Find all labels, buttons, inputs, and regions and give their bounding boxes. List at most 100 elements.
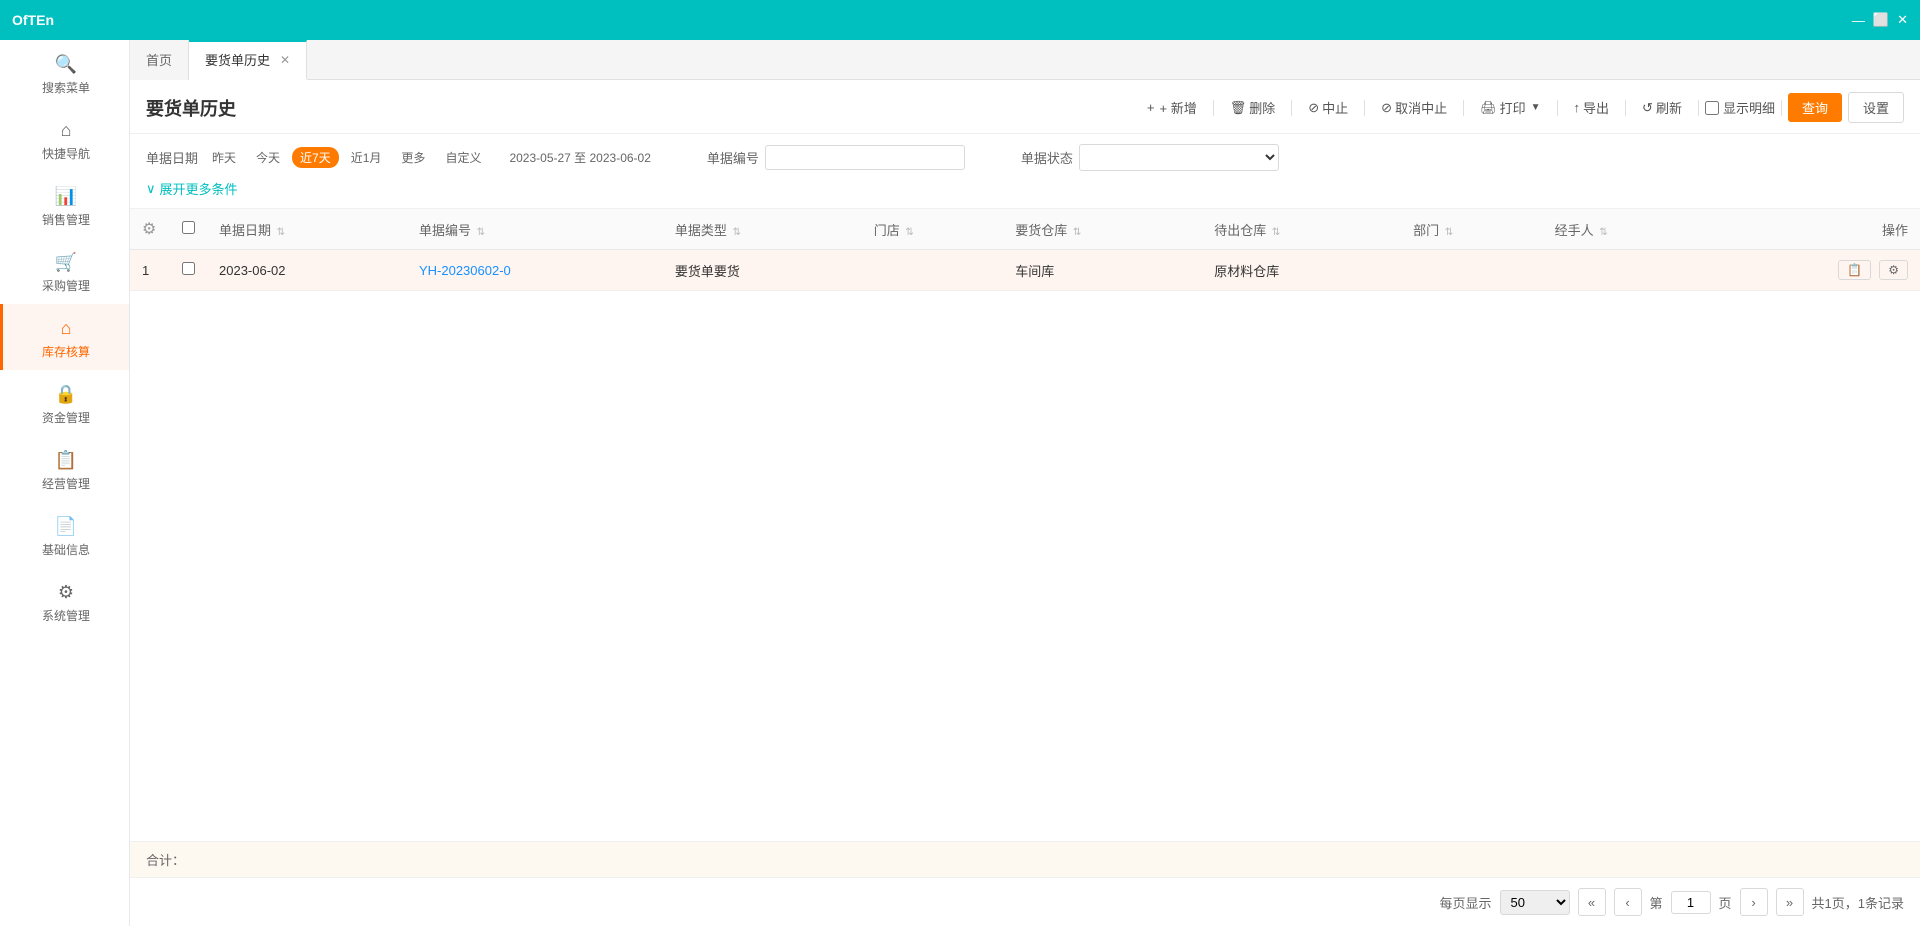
th-doc-type[interactable]: 单据类型 ⇅ xyxy=(663,209,862,250)
expand-more-btn[interactable]: ∨ 展开更多条件 xyxy=(146,179,1904,198)
maximize-icon[interactable]: ⬜ xyxy=(1873,12,1889,28)
next-page-button[interactable]: › xyxy=(1740,888,1768,916)
tab-home[interactable]: 首页 xyxy=(130,40,189,80)
th-settings: ⚙ xyxy=(130,209,170,250)
page-title: 要货单历史 xyxy=(146,95,236,121)
date-shortcut-last7days[interactable]: 近7天 xyxy=(292,147,339,168)
table-container: ⚙ 单据日期 ⇅ 单据编号 xyxy=(130,209,1920,841)
display-detail-checkbox[interactable] xyxy=(1705,101,1719,115)
row-checkbox[interactable] xyxy=(182,262,195,275)
sidebar-label-finance-mgmt: 资金管理 xyxy=(42,409,90,426)
date-shortcut-yesterday[interactable]: 昨天 xyxy=(204,147,244,168)
page-size-select[interactable]: 10 20 50 100 xyxy=(1500,890,1570,915)
tab-bar: 首页 要货单历史 ✕ xyxy=(130,40,1920,80)
cell-checkbox xyxy=(170,250,207,291)
sidebar-item-operations-mgmt[interactable]: 📋 经营管理 xyxy=(0,436,129,502)
first-page-button[interactable]: « xyxy=(1578,888,1606,916)
new-button[interactable]: + + 新增 xyxy=(1137,93,1207,122)
divider1 xyxy=(1213,100,1214,116)
cell-doc-type: 要货单要货 xyxy=(663,250,862,291)
page-size-label: 每页显示 xyxy=(1439,893,1491,912)
filter-doc-date: 单据日期 昨天 今天 近7天 近1月 更多 自定义 xyxy=(146,147,489,168)
doc-number-label: 单据编号 xyxy=(707,148,759,167)
cancel-stop-button[interactable]: ⊘ 取消中止 xyxy=(1371,93,1457,122)
sidebar-item-sales-mgmt[interactable]: 📊 销售管理 xyxy=(0,172,129,238)
prev-page-button[interactable]: ‹ xyxy=(1614,888,1642,916)
date-shortcut-more[interactable]: 更多 xyxy=(393,147,433,168)
doc-no-link[interactable]: YH-20230602-0 xyxy=(419,263,511,278)
cell-index: 1 xyxy=(130,250,170,291)
th-store[interactable]: 门店 ⇅ xyxy=(862,209,1003,250)
cell-pending-warehouse: 原材料仓库 xyxy=(1202,250,1401,291)
sort-doc-type-icon: ⇅ xyxy=(732,227,740,238)
sidebar-item-finance-mgmt[interactable]: 🔒 资金管理 xyxy=(0,370,129,436)
doc-number-input[interactable] xyxy=(765,145,965,170)
page-number-input[interactable] xyxy=(1671,891,1711,914)
date-shortcut-today[interactable]: 今天 xyxy=(248,147,288,168)
sidebar-item-search-menu[interactable]: 🔍 搜索菜单 xyxy=(0,40,129,106)
settings-button[interactable]: 设置 xyxy=(1848,92,1904,123)
th-doc-no[interactable]: 单据编号 ⇅ xyxy=(407,209,663,250)
sort-pending-warehouse-icon: ⇅ xyxy=(1272,227,1280,238)
sort-req-warehouse-icon: ⇅ xyxy=(1073,227,1081,238)
delete-button[interactable]: 🗑 删除 xyxy=(1220,93,1286,122)
stop-button[interactable]: ⊘ 中止 xyxy=(1298,93,1358,122)
date-range-text: 2023-05-27 至 2023-06-02 xyxy=(509,149,650,166)
sidebar-label-search-menu: 搜索菜单 xyxy=(42,79,90,96)
select-all-checkbox[interactable] xyxy=(182,221,195,234)
operations-icon: 📋 xyxy=(55,450,77,471)
sidebar-item-system-mgmt[interactable]: ⚙ 系统管理 xyxy=(0,568,129,634)
tab-requisition-history[interactable]: 要货单历史 ✕ xyxy=(189,40,307,80)
cell-store xyxy=(862,250,1003,291)
settings-label: 设置 xyxy=(1863,98,1889,117)
filter-bar: 单据日期 昨天 今天 近7天 近1月 更多 自定义 xyxy=(130,134,1920,209)
row-edit-button[interactable]: 📋 xyxy=(1838,260,1871,280)
doc-date-label: 单据日期 xyxy=(146,148,198,167)
last-page-button[interactable]: » xyxy=(1776,888,1804,916)
sidebar-item-inventory[interactable]: ⌂ 库存核算 xyxy=(0,304,129,370)
th-doc-date[interactable]: 单据日期 ⇅ xyxy=(207,209,407,250)
th-handler[interactable]: 经手人 ⇅ xyxy=(1543,209,1713,250)
brand-logo: OfTEn xyxy=(12,12,54,28)
th-pending-warehouse[interactable]: 待出仓库 ⇅ xyxy=(1202,209,1401,250)
print-dropdown-icon: ▼ xyxy=(1531,102,1541,113)
divider5 xyxy=(1557,100,1558,116)
sort-department-icon: ⇅ xyxy=(1445,227,1453,238)
date-shortcut-last-month[interactable]: 近1月 xyxy=(343,147,390,168)
search-icon: 🔍 xyxy=(55,54,77,75)
divider4 xyxy=(1463,100,1464,116)
th-req-warehouse[interactable]: 要货仓库 ⇅ xyxy=(1003,209,1202,250)
top-bar: OfTEn — ⬜ ✕ xyxy=(0,0,1920,40)
print-button[interactable]: 🖨 打印 ▼ xyxy=(1470,93,1550,122)
close-icon[interactable]: ✕ xyxy=(1897,12,1908,28)
query-button[interactable]: 查询 xyxy=(1788,93,1842,122)
tab-close-icon[interactable]: ✕ xyxy=(280,53,290,67)
cell-department xyxy=(1401,250,1542,291)
filter-row-1: 单据日期 昨天 今天 近7天 近1月 更多 自定义 xyxy=(146,144,1904,171)
row-more-button[interactable]: ⚙ xyxy=(1879,260,1908,280)
doc-status-select[interactable] xyxy=(1079,144,1279,171)
inventory-icon: ⌂ xyxy=(61,318,72,339)
minimize-icon[interactable]: — xyxy=(1852,13,1865,28)
filter-doc-status: 单据状态 xyxy=(1021,144,1279,171)
export-button[interactable]: ↑ 导出 xyxy=(1564,93,1620,122)
divider6 xyxy=(1625,100,1626,116)
new-icon: + xyxy=(1147,100,1155,115)
sidebar-label-basic-info: 基础信息 xyxy=(42,541,90,558)
date-shortcut-custom[interactable]: 自定义 xyxy=(437,147,489,168)
divider2 xyxy=(1291,100,1292,116)
refresh-button[interactable]: ↺ 刷新 xyxy=(1632,93,1692,122)
stop-icon: ⊘ xyxy=(1308,100,1319,116)
sidebar-item-quick-nav[interactable]: ⌂ 快捷导航 xyxy=(0,106,129,172)
sort-doc-date-icon: ⇅ xyxy=(277,227,285,238)
system-icon: ⚙ xyxy=(58,582,74,603)
sidebar-item-purchase-mgmt[interactable]: 🛒 采购管理 xyxy=(0,238,129,304)
th-department[interactable]: 部门 ⇅ xyxy=(1401,209,1542,250)
sidebar-item-basic-info[interactable]: 📄 基础信息 xyxy=(0,502,129,568)
export-icon: ↑ xyxy=(1574,100,1581,115)
display-detail-toggle[interactable]: 显示明细 xyxy=(1705,98,1775,117)
table-settings-icon[interactable]: ⚙ xyxy=(142,221,156,238)
tab-home-label: 首页 xyxy=(146,50,172,69)
sidebar-label-purchase-mgmt: 采购管理 xyxy=(42,277,90,294)
query-label: 查询 xyxy=(1802,98,1828,117)
